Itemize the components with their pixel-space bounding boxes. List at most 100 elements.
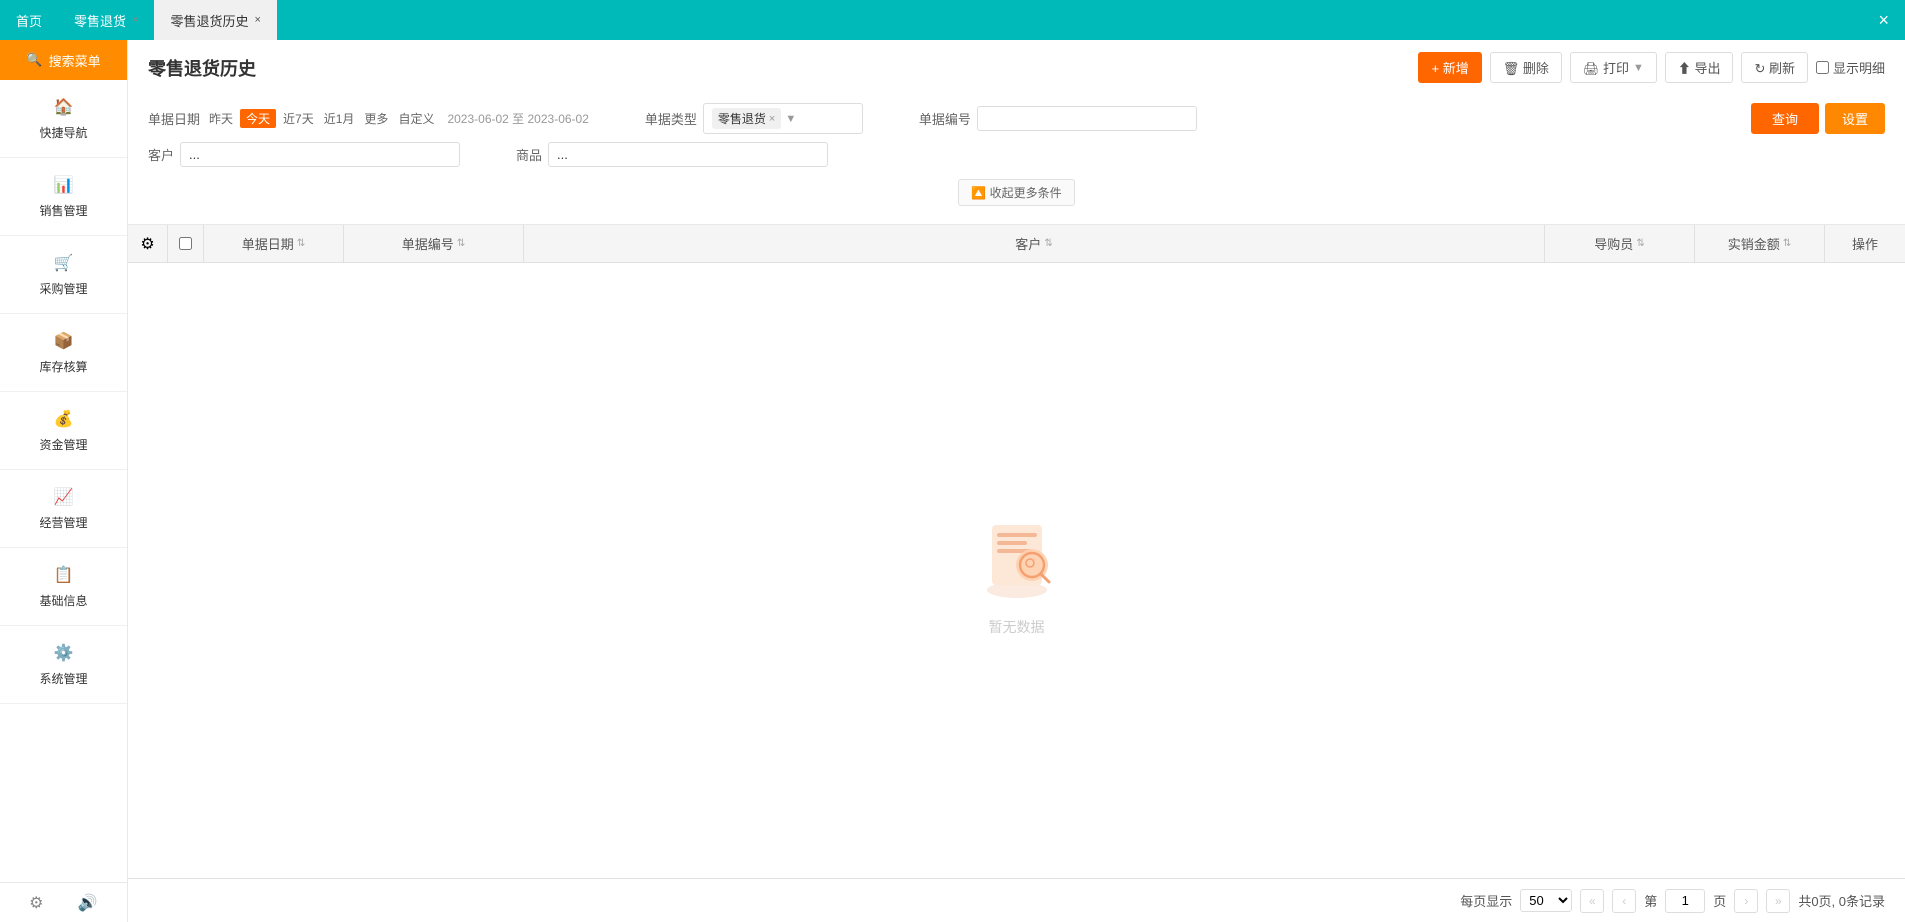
date-shortcut-昨天[interactable]: 昨天	[206, 109, 236, 128]
next-page-button[interactable]: ›	[1734, 889, 1758, 913]
type-tag-value: 零售退货	[718, 110, 766, 127]
pagination-footer: 每页显示 50 10 20 100 « ‹ 第 页 › » 共0页, 0条记录	[128, 878, 1905, 922]
select-all-column[interactable]	[168, 225, 204, 262]
new-button[interactable]: + 新增	[1418, 52, 1481, 83]
sidebar-item-label-system-mgmt: 系统管理	[39, 670, 87, 687]
sidebar-item-label-quick-nav: 快捷导航	[39, 124, 87, 141]
date-range: 2023-06-02 至 2023-06-02	[447, 110, 588, 127]
per-page-label: 每页显示	[1460, 891, 1512, 910]
sidebar-search[interactable]: 🔍 搜索菜单	[0, 40, 127, 80]
export-button[interactable]: ⬆ 导出	[1665, 52, 1734, 83]
date-shortcut-今天[interactable]: 今天	[240, 109, 276, 128]
sales-mgmt-icon: 📊	[53, 174, 75, 196]
customer-select[interactable]: ...	[180, 142, 460, 167]
print-button[interactable]: 🖨 打印 ▼	[1570, 52, 1657, 83]
audio-icon[interactable]: 🔊	[78, 893, 98, 913]
sidebar-item-label-finance: 资金管理	[39, 436, 87, 453]
table-header: ⚙ 单据日期 ⇅ 单据编号 ⇅ 客户 ⇅ 导购员	[128, 225, 1905, 263]
col-header-action: 操作	[1825, 225, 1905, 262]
tab-零售退货历史[interactable]: 零售退货历史×	[154, 0, 276, 40]
top-bar: 首页零售退货×零售退货历史× ×	[0, 0, 1905, 40]
col-number-sort-icon: ⇅	[457, 238, 465, 249]
query-button[interactable]: 查询	[1751, 103, 1819, 134]
number-filter: 单据编号	[919, 106, 1197, 131]
date-shortcut-更多[interactable]: 更多	[361, 109, 391, 128]
system-mgmt-icon: ⚙️	[53, 642, 75, 664]
type-select[interactable]: 零售退货 × ▼	[703, 103, 863, 134]
date-shortcuts: 昨天今天近7天近1月更多自定义	[206, 109, 437, 128]
tab-close-icon[interactable]: ×	[254, 14, 260, 26]
sidebar-item-purchase-mgmt[interactable]: 🛒采购管理	[0, 236, 127, 314]
col-date-label: 单据日期	[242, 234, 294, 253]
content-area: 零售退货历史 + 新增 🗑 删除 🖨 打印 ▼ ⬆ 导出 ↻ 刷新 显示明细	[128, 40, 1905, 922]
sidebar-item-finance[interactable]: 💰 资金管理	[0, 392, 127, 470]
last-page-button[interactable]: »	[1766, 889, 1790, 913]
sidebar-search-label: 搜索菜单	[49, 51, 101, 70]
page-header: 零售退货历史 + 新增 🗑 删除 🖨 打印 ▼ ⬆ 导出 ↻ 刷新 显示明细	[128, 40, 1905, 225]
page-unit: 页	[1713, 891, 1726, 910]
sidebar-item-quick-nav[interactable]: 🏠快捷导航	[0, 80, 127, 158]
date-shortcut-自定义[interactable]: 自定义	[395, 109, 437, 128]
prev-page-button[interactable]: ‹	[1612, 889, 1636, 913]
empty-text: 暂无数据	[989, 617, 1045, 637]
show-detail-label[interactable]: 显示明细	[1816, 58, 1885, 77]
col-header-number[interactable]: 单据编号 ⇅	[344, 225, 524, 262]
page-number-input[interactable]	[1665, 889, 1705, 913]
col-amount-sort-icon: ⇅	[1783, 238, 1791, 249]
sidebar-item-system-mgmt[interactable]: ⚙️ 系统管理	[0, 626, 127, 704]
type-filter: 单据类型 零售退货 × ▼	[645, 103, 863, 134]
col-guide-sort-icon: ⇅	[1636, 238, 1644, 249]
first-page-button[interactable]: «	[1580, 889, 1604, 913]
date-shortcut-近1月[interactable]: 近1月	[321, 109, 358, 128]
collapse-button[interactable]: 🔼 收起更多条件	[958, 179, 1074, 206]
sidebar-item-sales-mgmt[interactable]: 📊销售管理	[0, 158, 127, 236]
sidebar-item-operations[interactable]: 📈经营管理	[0, 470, 127, 548]
number-input[interactable]	[977, 106, 1197, 131]
date-shortcut-近7天[interactable]: 近7天	[280, 109, 317, 128]
page-title-row: 零售退货历史 + 新增 🗑 删除 🖨 打印 ▼ ⬆ 导出 ↻ 刷新 显示明细	[148, 52, 1885, 83]
search-icon: 🔍	[26, 52, 42, 68]
col-header-amount[interactable]: 实销金额 ⇅	[1695, 225, 1825, 262]
sidebar-item-basic-info[interactable]: 📋 基础信息	[0, 548, 127, 626]
select-all-checkbox[interactable]	[179, 237, 192, 250]
goods-label: 商品	[516, 145, 542, 164]
settings-icon[interactable]: ⚙	[29, 893, 43, 913]
window-close-button[interactable]: ×	[1862, 10, 1905, 31]
type-tag-close[interactable]: ×	[769, 113, 775, 125]
tab-首页[interactable]: 首页	[0, 0, 58, 40]
col-header-date[interactable]: 单据日期 ⇅	[204, 225, 344, 262]
tab-bar: 首页零售退货×零售退货历史×	[0, 0, 1862, 40]
col-customer-label: 客户	[1015, 234, 1041, 253]
total-record-label: 共0页, 0条记录	[1798, 891, 1885, 910]
show-detail-text: 显示明细	[1833, 58, 1885, 77]
filter-area: 单据日期 昨天今天近7天近1月更多自定义 2023-06-02 至 2023-0…	[148, 93, 1885, 224]
sidebar-item-label-operations: 经营管理	[39, 514, 87, 531]
filter-row-2: 客户 ... 商品 ...	[148, 142, 1885, 167]
sidebar: 🔍 搜索菜单 🏠快捷导航📊销售管理🛒采购管理📦库存核算 💰 资金管理 📈经营管理 📋 基础…	[0, 40, 128, 922]
tab-close-icon[interactable]: ×	[132, 14, 138, 26]
customer-filter: 客户 ...	[148, 142, 460, 167]
refresh-button[interactable]: ↻ 刷新	[1741, 52, 1808, 83]
empty-icon	[967, 505, 1067, 605]
basic-info-icon: 📋	[53, 564, 75, 586]
main-layout: 🔍 搜索菜单 🏠快捷导航📊销售管理🛒采购管理📦库存核算 💰 资金管理 📈经营管理 📋 基础…	[0, 40, 1905, 922]
goods-select[interactable]: ...	[548, 142, 828, 167]
gear-icon: ⚙	[140, 234, 154, 254]
col-action-label: 操作	[1852, 234, 1878, 253]
col-amount-label: 实销金额	[1728, 234, 1780, 253]
delete-button[interactable]: 🗑 删除	[1490, 52, 1562, 83]
column-settings-button[interactable]: ⚙	[128, 225, 168, 262]
finance-icon: 💰	[53, 408, 75, 430]
settings-button[interactable]: 设置	[1825, 103, 1885, 134]
per-page-select[interactable]: 50 10 20 100	[1520, 889, 1572, 912]
show-detail-checkbox[interactable]	[1816, 61, 1829, 74]
sidebar-item-inventory[interactable]: 📦库存核算	[0, 314, 127, 392]
tab-零售退货[interactable]: 零售退货×	[58, 0, 154, 40]
sidebar-item-label-basic-info: 基础信息	[39, 592, 87, 609]
inventory-icon: 📦	[53, 330, 75, 352]
col-header-customer[interactable]: 客户 ⇅	[524, 225, 1545, 262]
col-header-guide[interactable]: 导购员 ⇅	[1545, 225, 1695, 262]
sidebar-bottom: ⚙ 🔊	[0, 882, 127, 922]
print-dropdown-icon: ▼	[1633, 62, 1644, 74]
type-dropdown-icon: ▼	[785, 113, 796, 125]
